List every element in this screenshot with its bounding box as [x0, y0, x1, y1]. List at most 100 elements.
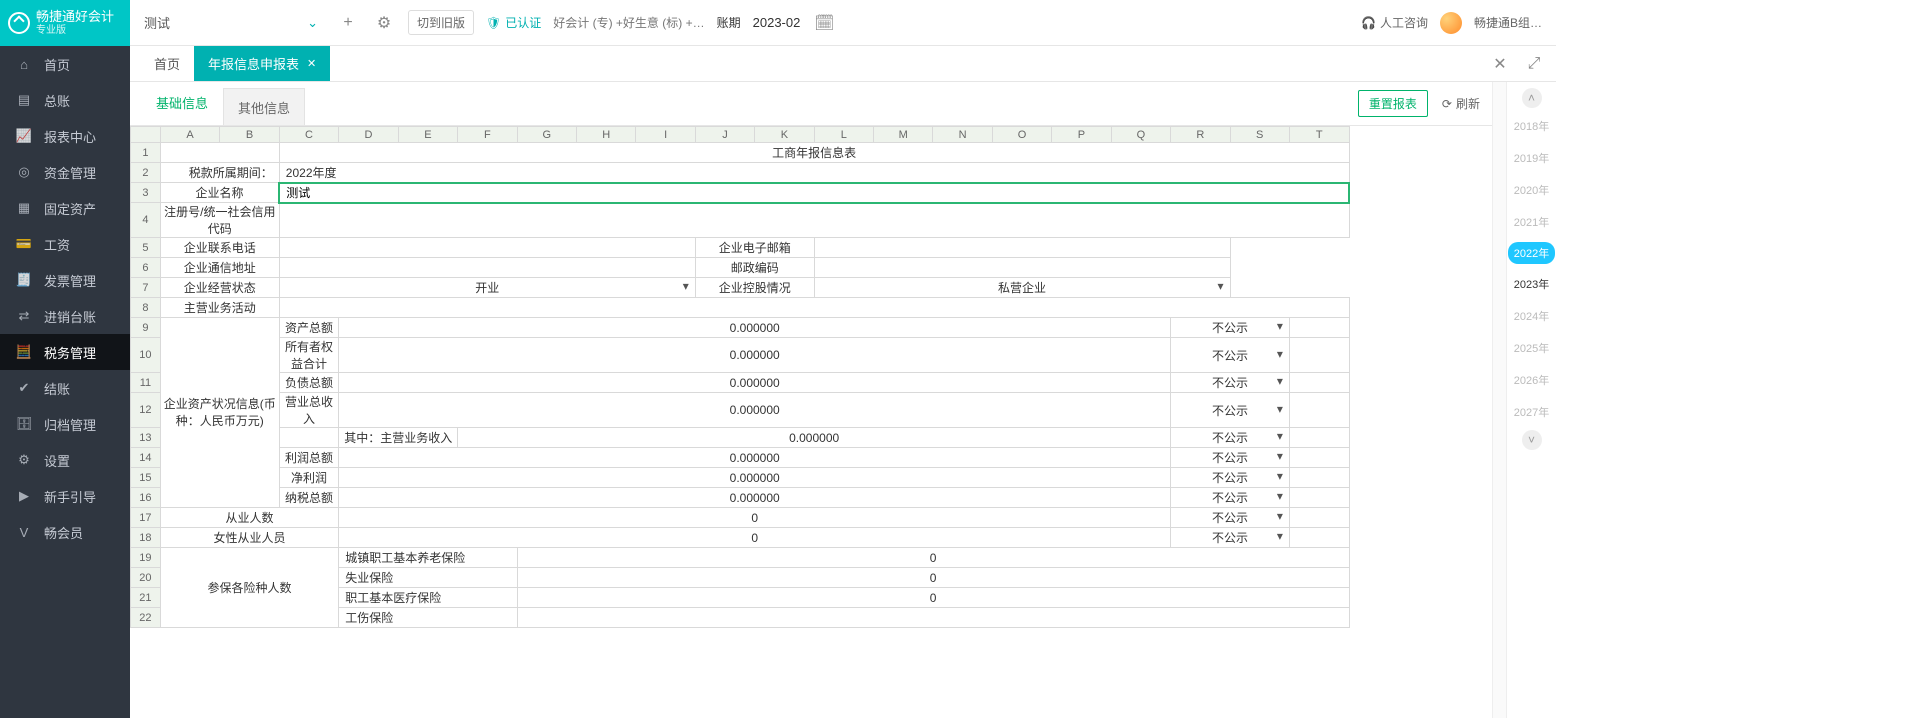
cell[interactable]: 企业通信地址: [160, 258, 279, 278]
cell[interactable]: 开业: [279, 278, 695, 298]
cell[interactable]: 企业控股情况: [695, 278, 814, 298]
cell[interactable]: [1289, 508, 1349, 528]
year-item[interactable]: 2018年: [1514, 114, 1549, 138]
cell[interactable]: 负债总额: [279, 373, 338, 393]
spreadsheet[interactable]: ABCDEFGHIJKLMNOPQRST 1工商年报信息表2税款所属期间：202…: [130, 126, 1350, 628]
cell[interactable]: 女性从业人员: [160, 528, 338, 548]
page-tab-0[interactable]: 首页: [140, 46, 194, 81]
row-header-8[interactable]: 8: [131, 298, 161, 318]
row-header-12[interactable]: 12: [131, 393, 161, 428]
cell[interactable]: [1289, 318, 1349, 338]
cell[interactable]: [814, 258, 1230, 278]
col-header-E[interactable]: E: [398, 127, 457, 143]
subtab-1[interactable]: 其他信息: [223, 88, 305, 125]
cell[interactable]: 企业经营状态: [160, 278, 279, 298]
sidebar-item-8[interactable]: 🧮税务管理: [0, 334, 130, 370]
row-header-5[interactable]: 5: [131, 238, 161, 258]
cell[interactable]: [1289, 528, 1349, 548]
reset-report-button[interactable]: 重置报表: [1358, 90, 1428, 117]
company-selector[interactable]: 测试 ⌄: [144, 13, 324, 32]
row-header-17[interactable]: 17: [131, 508, 161, 528]
sidebar-item-5[interactable]: 💳工资: [0, 226, 130, 262]
refresh-button[interactable]: ⟳ 刷新: [1442, 95, 1480, 112]
cell[interactable]: [1289, 373, 1349, 393]
company-name-input[interactable]: [280, 184, 1348, 202]
period-value[interactable]: 2023-02: [753, 15, 801, 30]
row-header-18[interactable]: 18: [131, 528, 161, 548]
col-header-N[interactable]: N: [933, 127, 992, 143]
cell[interactable]: 邮政编码: [695, 258, 814, 278]
year-down-button[interactable]: ˅: [1522, 430, 1542, 450]
sidebar-item-9[interactable]: ✔结账: [0, 370, 130, 406]
cell[interactable]: 私营企业: [814, 278, 1230, 298]
year-item[interactable]: 2022年: [1508, 242, 1555, 264]
cell[interactable]: [814, 238, 1230, 258]
row-header-3[interactable]: 3: [131, 183, 161, 203]
cell[interactable]: [279, 203, 1349, 238]
row-header-16[interactable]: 16: [131, 488, 161, 508]
year-up-button[interactable]: ˄: [1522, 88, 1542, 108]
cell[interactable]: 不公示: [1171, 468, 1290, 488]
cell[interactable]: 利润总额: [279, 448, 338, 468]
cell[interactable]: 净利润: [279, 468, 338, 488]
sidebar-item-11[interactable]: ⚙设置: [0, 442, 130, 478]
col-header-G[interactable]: G: [517, 127, 576, 143]
cell[interactable]: 0: [517, 548, 1349, 568]
cell[interactable]: 从业人数: [160, 508, 338, 528]
cell[interactable]: 0.000000: [339, 468, 1171, 488]
company-name-cell[interactable]: [279, 183, 1349, 203]
cell[interactable]: 0.000000: [339, 373, 1171, 393]
period-calendar-icon[interactable]: 🗓: [812, 11, 836, 35]
col-header-F[interactable]: F: [458, 127, 517, 143]
cell[interactable]: 企业电子邮箱: [695, 238, 814, 258]
cell[interactable]: 不公示: [1171, 373, 1290, 393]
row-header-4[interactable]: 4: [131, 203, 161, 238]
cell[interactable]: [279, 238, 695, 258]
row-header-20[interactable]: 20: [131, 568, 161, 588]
col-header-L[interactable]: L: [814, 127, 873, 143]
year-item[interactable]: 2025年: [1514, 336, 1549, 360]
cell[interactable]: [1289, 338, 1349, 373]
cell[interactable]: 不公示: [1171, 318, 1290, 338]
cell[interactable]: 不公示: [1171, 428, 1290, 448]
col-header-S[interactable]: S: [1230, 127, 1289, 143]
cell[interactable]: 不公示: [1171, 393, 1290, 428]
row-header-11[interactable]: 11: [131, 373, 161, 393]
row-header-6[interactable]: 6: [131, 258, 161, 278]
col-header-C[interactable]: C: [279, 127, 338, 143]
cell[interactable]: [160, 143, 279, 163]
cell[interactable]: 资产总额: [279, 318, 338, 338]
cell[interactable]: 职工基本医疗保险: [339, 588, 517, 608]
row-header-1[interactable]: 1: [131, 143, 161, 163]
company-settings-button[interactable]: ⚙: [372, 11, 396, 35]
row-header-7[interactable]: 7: [131, 278, 161, 298]
year-item[interactable]: 2019年: [1514, 146, 1549, 170]
year-item[interactable]: 2023年: [1514, 272, 1549, 296]
sidebar-item-7[interactable]: ⇄进销台账: [0, 298, 130, 334]
row-header-9[interactable]: 9: [131, 318, 161, 338]
sidebar-item-4[interactable]: ▦固定资产: [0, 190, 130, 226]
col-header-O[interactable]: O: [992, 127, 1051, 143]
col-header-T[interactable]: T: [1289, 127, 1349, 143]
col-header-H[interactable]: H: [577, 127, 636, 143]
row-header-14[interactable]: 14: [131, 448, 161, 468]
cell[interactable]: 0.000000: [458, 428, 1171, 448]
col-header-P[interactable]: P: [1052, 127, 1111, 143]
col-header-A[interactable]: A: [160, 127, 220, 143]
col-header-D[interactable]: D: [339, 127, 398, 143]
cell[interactable]: 所有者权益合计: [279, 338, 338, 373]
cell[interactable]: 不公示: [1171, 488, 1290, 508]
col-header-K[interactable]: K: [755, 127, 814, 143]
col-header-M[interactable]: M: [873, 127, 932, 143]
year-item[interactable]: 2020年: [1514, 178, 1549, 202]
cell[interactable]: [517, 608, 1349, 628]
page-tab-1[interactable]: 年报信息申报表✕: [194, 46, 330, 81]
switch-old-version-button[interactable]: 切到旧版: [408, 10, 474, 35]
sidebar-item-12[interactable]: ▶新手引导: [0, 478, 130, 514]
cell[interactable]: 注册号/统一社会信用代码: [160, 203, 279, 238]
cell[interactable]: 纳税总额: [279, 488, 338, 508]
sidebar-item-0[interactable]: ⌂首页: [0, 46, 130, 82]
row-header-13[interactable]: 13: [131, 428, 161, 448]
sidebar-item-10[interactable]: 🗄归档管理: [0, 406, 130, 442]
row-header-2[interactable]: 2: [131, 163, 161, 183]
